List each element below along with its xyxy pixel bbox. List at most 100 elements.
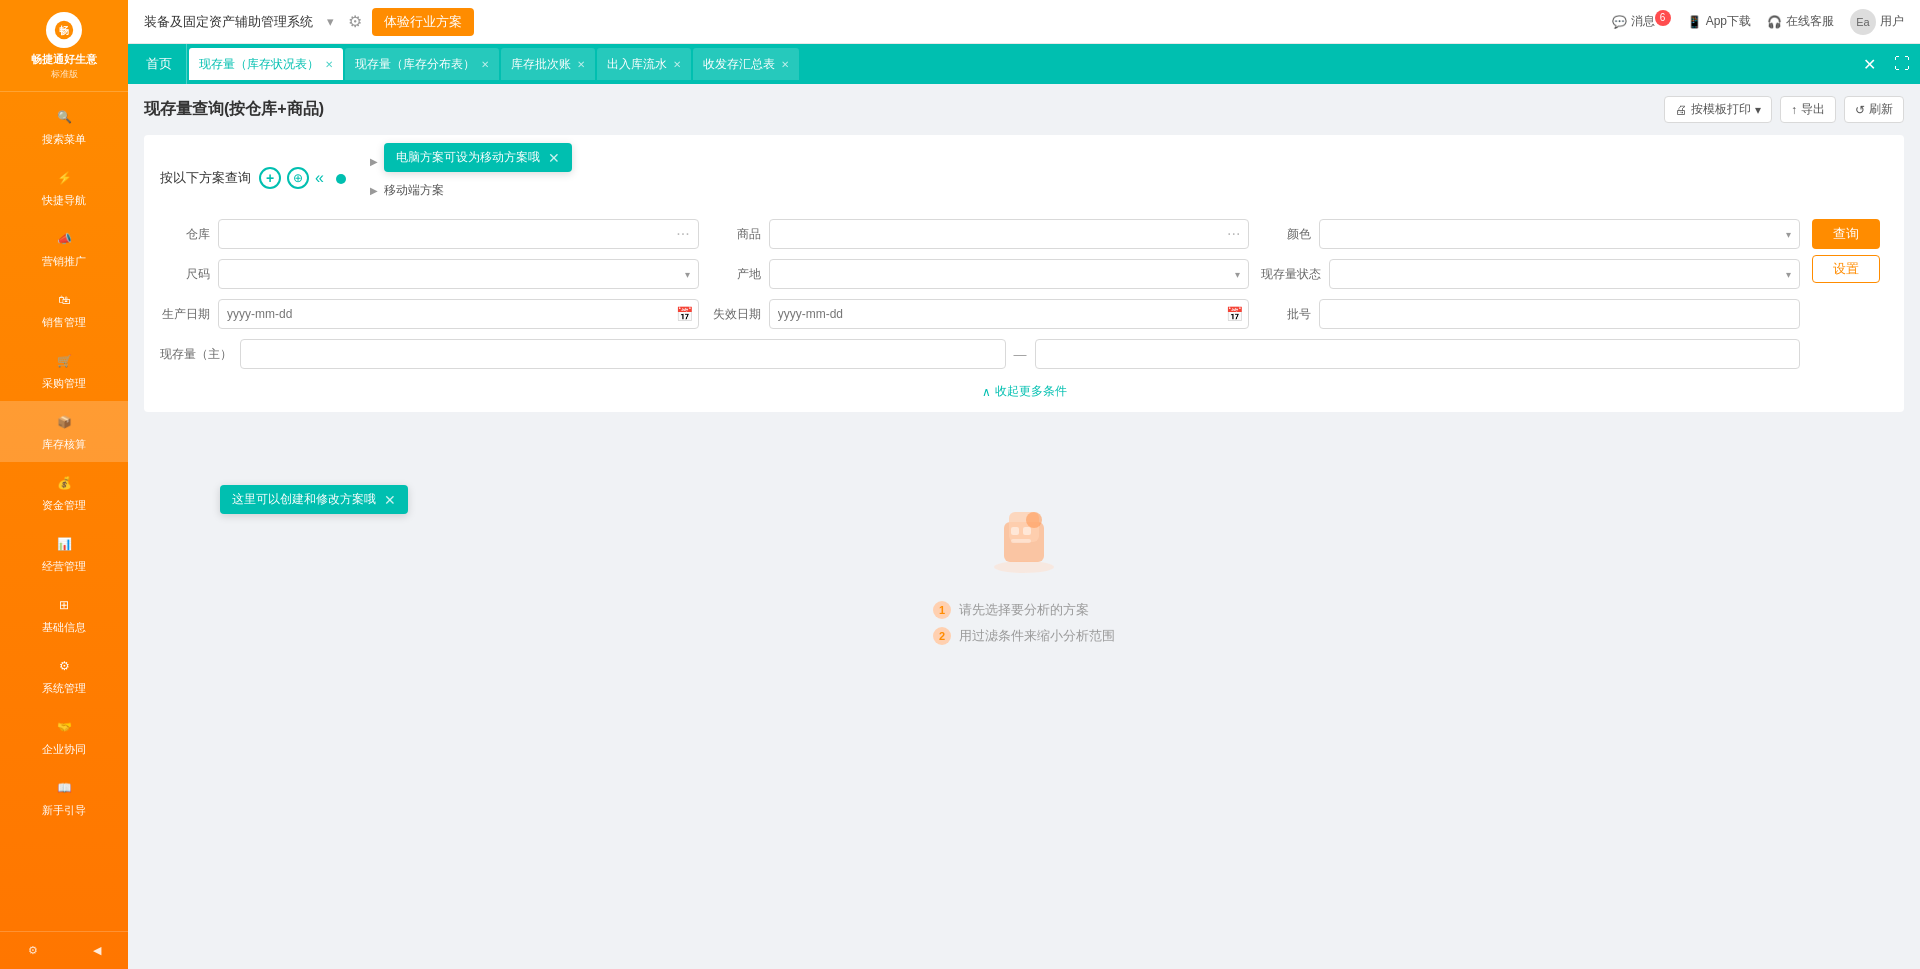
footer-collapse[interactable]: ◀: [93, 944, 101, 957]
empty-tip-2: 2 用过滤条件来缩小分析范围: [933, 627, 1115, 645]
inv-qty-max-input[interactable]: [1035, 339, 1801, 369]
gear-icon: ⚙: [53, 655, 75, 677]
tab-close-receive-send[interactable]: ✕: [781, 59, 789, 70]
origin-arrow-icon: ▾: [1235, 269, 1240, 280]
sidebar-item-sales[interactable]: 🛍 销售管理: [0, 279, 128, 340]
reset-btn[interactable]: 设置: [1812, 255, 1880, 283]
field-batch-no: 批号: [1261, 299, 1800, 329]
empty-illustration: [979, 492, 1069, 585]
goods-select[interactable]: ···: [769, 219, 1250, 249]
tab-home[interactable]: 首页: [132, 44, 187, 84]
tooltip-close-btn[interactable]: ✕: [548, 150, 560, 166]
cart-icon: 🛒: [53, 350, 75, 372]
tab-fullscreen-btn[interactable]: ⛶: [1888, 55, 1916, 73]
goods-label: 商品: [711, 226, 761, 243]
dot-indicator: [336, 174, 346, 184]
warehouse-dots[interactable]: ···: [676, 225, 689, 243]
tab-bar-right: ✕ ⛶: [1857, 55, 1916, 74]
flash-icon: ⚡: [53, 167, 75, 189]
edit-tooltip-close-btn[interactable]: ✕: [384, 492, 396, 508]
size-select[interactable]: ▾: [218, 259, 699, 289]
goods-dots[interactable]: ···: [1227, 225, 1240, 243]
tab-close-batch-account[interactable]: ✕: [577, 59, 585, 70]
tab-bar: 首页 现存量（库存状况表） ✕ 现存量（库存分布表） ✕ 库存批次账 ✕ 出入库…: [128, 44, 1920, 84]
sidebar-item-system[interactable]: ⚙ 系统管理: [0, 645, 128, 706]
support-btn[interactable]: 🎧 在线客服: [1767, 13, 1834, 30]
header-settings-icon[interactable]: ⚙: [348, 12, 362, 31]
page-actions: 🖨 按模板打印 ▾ ↑ 导出 ↺ 刷新: [1664, 96, 1904, 123]
scheme-mobile-header[interactable]: ▶ 移动端方案: [370, 178, 444, 203]
tab-inventory-dist[interactable]: 现存量（库存分布表） ✕: [345, 48, 499, 80]
svg-point-5: [1026, 512, 1042, 528]
footer-settings[interactable]: ⚙: [28, 944, 38, 957]
user-avatar: Ea: [1850, 9, 1876, 35]
phone-icon: 📱: [1687, 15, 1702, 29]
tab-close-in-out-flow[interactable]: ✕: [673, 59, 681, 70]
collapse-btn[interactable]: ∧ 收起更多条件: [982, 383, 1067, 400]
messages-btn[interactable]: 💬 消息 6: [1612, 13, 1671, 30]
mobile-arrow-icon: ▶: [370, 185, 378, 196]
color-arrow-icon: ▾: [1786, 229, 1791, 240]
sidebar-item-guide[interactable]: 📖 新手引导: [0, 767, 128, 828]
color-select[interactable]: ▾: [1319, 219, 1800, 249]
sidebar-item-operations[interactable]: 📊 经营管理: [0, 523, 128, 584]
prod-date-label: 生产日期: [160, 306, 210, 323]
scheme-tooltip: 电脑方案可设为移动方案哦 ✕: [384, 143, 572, 172]
copy-scheme-btn[interactable]: ⊕: [287, 167, 309, 189]
messages-icon: 💬: [1612, 15, 1627, 29]
import-scheme-btn[interactable]: «: [315, 169, 324, 187]
tip-text-2: 用过滤条件来缩小分析范围: [959, 627, 1115, 645]
app-download-btn[interactable]: 📱 App下载: [1687, 13, 1751, 30]
tab-inventory-status[interactable]: 现存量（库存状况表） ✕: [189, 48, 343, 80]
tab-close-all-btn[interactable]: ✕: [1857, 55, 1882, 74]
origin-select[interactable]: ▾: [769, 259, 1250, 289]
page-title-row: 现存量查询(按仓库+商品) 🖨 按模板打印 ▾ ↑ 导出 ↺ 刷新: [144, 96, 1904, 123]
size-label: 尺码: [160, 266, 210, 283]
field-inv-status: 现存量状态 ▾: [1261, 259, 1800, 289]
inv-status-arrow-icon: ▾: [1786, 269, 1791, 280]
batch-no-input[interactable]: [1319, 299, 1800, 329]
batch-no-label: 批号: [1261, 306, 1311, 323]
field-goods: 商品 ···: [711, 219, 1250, 249]
tooltip-text: 电脑方案可设为移动方案哦: [396, 149, 540, 166]
sidebar-item-basic[interactable]: ⊞ 基础信息: [0, 584, 128, 645]
tab-close-inventory-status[interactable]: ✕: [325, 59, 333, 70]
sidebar-item-purchase[interactable]: 🛒 采购管理: [0, 340, 128, 401]
mobile-scheme-label: 移动端方案: [384, 182, 444, 199]
sidebar-footer: ⚙ ◀: [0, 931, 128, 969]
logo-badge: 标准版: [51, 68, 78, 81]
money-icon: 💰: [53, 472, 75, 494]
refresh-btn[interactable]: ↺ 刷新: [1844, 96, 1904, 123]
handshake-icon: 🤝: [53, 716, 75, 738]
user-menu[interactable]: Ea 用户: [1850, 9, 1904, 35]
inv-qty-label: 现存量（主）: [160, 346, 232, 363]
sidebar-item-inventory[interactable]: 📦 库存核算: [0, 401, 128, 462]
tab-receive-send[interactable]: 收发存汇总表 ✕: [693, 48, 799, 80]
filter-btns: + ⊕ «: [259, 167, 324, 189]
prod-date-start-input[interactable]: [218, 299, 699, 329]
support-icon: 🎧: [1767, 15, 1782, 29]
industry-btn[interactable]: 体验行业方案: [372, 8, 474, 36]
prod-date-start-wrap: 📅: [218, 299, 699, 329]
sidebar-item-search-menu[interactable]: 🔍 搜索菜单: [0, 96, 128, 157]
add-scheme-btn[interactable]: +: [259, 167, 281, 189]
sidebar-item-finance[interactable]: 💰 资金管理: [0, 462, 128, 523]
inv-status-select[interactable]: ▾: [1329, 259, 1800, 289]
sidebar-item-enterprise[interactable]: 🤝 企业协同: [0, 706, 128, 767]
field-size: 尺码 ▾: [160, 259, 699, 289]
tab-close-inventory-dist[interactable]: ✕: [481, 59, 489, 70]
search-btn[interactable]: 查询: [1812, 219, 1880, 249]
export-btn[interactable]: ↑ 导出: [1780, 96, 1836, 123]
sidebar-item-marketing[interactable]: 📣 营销推广: [0, 218, 128, 279]
inv-qty-min-input[interactable]: [240, 339, 1006, 369]
exp-date-start-input[interactable]: [769, 299, 1250, 329]
desktop-arrow-icon: ▶: [370, 156, 378, 167]
warehouse-select[interactable]: ···: [218, 219, 699, 249]
page: 现存量查询(按仓库+商品) 🖨 按模板打印 ▾ ↑ 导出 ↺ 刷新: [128, 84, 1920, 737]
print-btn[interactable]: 🖨 按模板打印 ▾: [1664, 96, 1772, 123]
sidebar-item-quick-nav[interactable]: ⚡ 快捷导航: [0, 157, 128, 218]
grid-icon: ⊞: [53, 594, 75, 616]
tab-batch-account[interactable]: 库存批次账 ✕: [501, 48, 595, 80]
tab-in-out-flow[interactable]: 出入库流水 ✕: [597, 48, 691, 80]
svg-rect-8: [1011, 539, 1031, 543]
